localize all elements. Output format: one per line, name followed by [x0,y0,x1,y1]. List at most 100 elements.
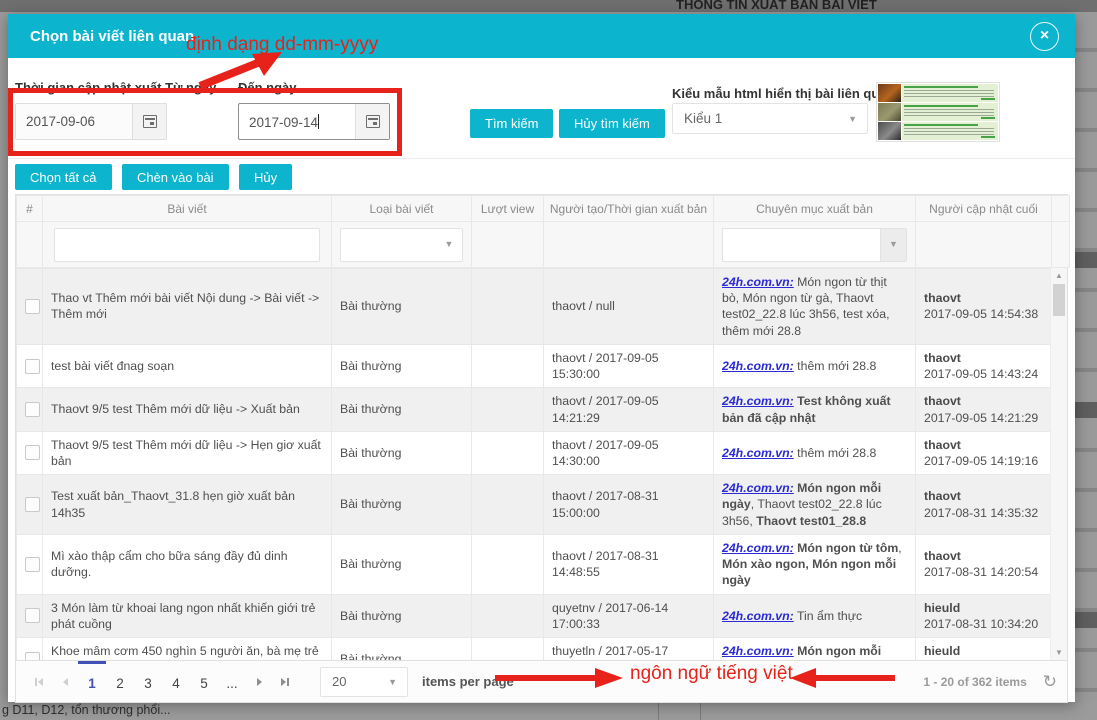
col-header-views[interactable]: Lượt view [471,195,544,222]
views-cell [471,387,544,432]
col-header-index: # [16,195,43,222]
search-button[interactable]: Tìm kiếm [470,109,554,138]
category-cell: 24h.com.vn: thêm mới 28.8 [713,430,916,476]
background-divider [658,702,659,720]
category-cell: 24h.com.vn: Món ngon mỗi ngày, Thaovt te… [713,474,916,535]
article-title-cell: test bài viết đnag soạn [42,343,332,389]
cancel-search-button[interactable]: Hủy tìm kiếm [559,109,665,138]
page-button-4[interactable]: 4 [162,661,190,703]
last-page-icon[interactable] [272,661,298,703]
type-filter-dropdown[interactable]: ▼ [340,227,463,262]
actions-bar: Chọn tất cả Chèn vào bài Hủy [8,159,1075,194]
template-dropdown[interactable]: Kiểu 1 ▼ [672,103,868,134]
source-link[interactable]: 24h.com.vn: [722,446,794,460]
row-checkbox[interactable] [25,402,40,418]
col-header-article[interactable]: Bài viết [42,195,332,222]
views-cell [471,533,544,595]
article-title-cell: Khoe mâm cơm 450 nghìn 5 người ăn, bà mẹ… [42,636,332,660]
scrollbar-thumb[interactable] [1053,284,1065,316]
updater-name: thaovt [924,350,961,365]
category-list: thêm mới 28.8 [793,358,877,373]
updated-time: 2017-08-31 14:35:32 [924,505,1039,520]
creator-cell: thaovt / 2017-09-05 14:30:00 [543,430,714,476]
table-row: Khoe mâm cơm 450 nghìn 5 người ăn, bà mẹ… [16,636,1052,660]
col-header-category[interactable]: Chuyên mục xuất bản [713,195,916,222]
source-link[interactable]: 24h.com.vn: [722,481,794,495]
creator-cell: thaovt / 2017-09-05 14:21:29 [543,387,714,432]
page-size-dropdown[interactable]: 20 ▼ [320,666,408,697]
category-filter-dropdown[interactable]: ▼ [722,227,907,262]
updated-time: 2017-08-31 10:34:20 [924,616,1039,631]
row-checkbox[interactable] [25,497,40,513]
page-button-3[interactable]: 3 [134,661,162,703]
background-page-header: THÔNG TIN XUẤT BẢN BÀI VIẾT [0,0,1097,12]
dialog-title: Chọn bài viết liên quan [30,27,195,45]
updater-cell: hieuld2017-08-31 10:34:20 [915,636,1052,660]
row-checkbox[interactable] [25,298,40,314]
source-link[interactable]: 24h.com.vn: [722,359,794,373]
col-header-creator[interactable]: Người tạo/Thời gian xuất bản [543,195,714,222]
row-checkbox[interactable] [25,608,40,624]
views-cell [471,593,544,638]
page-button-more[interactable]: ... [218,661,246,703]
creator-cell: thaovt / null [543,268,714,345]
source-link[interactable]: 24h.com.vn: [722,609,794,623]
next-page-icon[interactable] [246,661,272,703]
chevron-down-icon: ▼ [880,228,906,261]
source-link[interactable]: 24h.com.vn: [722,394,794,408]
col-header-type[interactable]: Loại bài viết [331,195,472,222]
first-page-icon[interactable] [26,661,52,703]
vertical-scrollbar[interactable]: ▲ ▼ [1050,268,1067,660]
updater-name: hieuld [924,643,961,658]
chevron-down-icon: ▼ [848,113,857,124]
row-checkbox[interactable] [25,651,40,660]
chevron-down-icon: ▼ [388,676,397,687]
source-link[interactable]: 24h.com.vn: [722,275,794,289]
row-checkbox[interactable] [25,358,40,374]
updater-name: thaovt [924,394,961,409]
preview-photo [878,103,901,121]
page-button-5[interactable]: 5 [190,661,218,703]
cancel-button[interactable]: Hủy [239,164,293,190]
updated-time: 2017-08-31 14:20:54 [924,565,1039,580]
source-link[interactable]: 24h.com.vn: [722,644,794,658]
article-filter-input[interactable] [54,227,320,262]
table-row: Thaovt 9/5 test Thêm mới dữ liệu -> Hẹn … [16,430,1052,476]
article-title-cell: Test xuất bản_Thaovt_31.8 hẹn giờ xuất b… [42,474,332,535]
background-divider [700,702,701,720]
source-link[interactable]: 24h.com.vn: [722,541,794,555]
close-icon[interactable]: × [1030,21,1059,51]
template-value: Kiểu 1 [684,111,723,126]
creator-cell: quyetnv / 2017-06-14 17:00:33 [543,593,714,638]
col-header-updater[interactable]: Người cập nhật cuối [915,195,1052,222]
category-cell: 24h.com.vn: Món ngon từ thịt bò, Món ngo… [713,268,916,345]
article-title-cell: Thaovt 9/5 test Thêm mới dữ liệu -> Xuất… [42,387,332,432]
refresh-icon[interactable]: ↻ [1043,672,1057,692]
row-checkbox[interactable] [25,556,40,572]
table-row: Mì xào thập cẩm cho bữa sáng đầy đủ dinh… [16,533,1052,595]
preview-photo [878,122,901,140]
scrollbar-spacer [1051,195,1070,222]
page-button-2[interactable]: 2 [106,661,134,703]
annotation-arrow-up [198,52,282,90]
article-type-cell: Bài thường [331,636,472,660]
updater-cell: thaovt 2017-09-05 14:21:29 [915,387,1052,432]
updater-cell: thaovt 2017-09-05 14:54:38 [915,268,1052,345]
views-cell [471,636,544,660]
updated-time: 2017-09-05 14:19:16 [924,453,1039,468]
prev-page-icon[interactable] [52,661,78,703]
template-label: Kiểu mẫu html hiển thị bài liên quan [672,86,895,101]
dialog-header: Chọn bài viết liên quan × [8,14,1075,58]
scroll-up-icon[interactable]: ▲ [1051,271,1067,280]
updated-time: 2017-09-05 14:43:24 [924,367,1039,382]
creator-cell: thaovt / 2017-08-31 14:48:55 [543,533,714,595]
select-all-button[interactable]: Chọn tất cả [15,164,112,190]
insert-into-article-button[interactable]: Chèn vào bài [121,164,229,190]
items-info: 1 - 20 of 362 items [923,674,1027,689]
article-type-cell: Bài thường [331,343,472,389]
page-button-1[interactable]: 1 [78,660,106,703]
row-checkbox[interactable] [25,445,40,461]
template-preview-image [876,82,1000,142]
scroll-down-icon[interactable]: ▼ [1051,648,1067,657]
background-page-bottom-text: g D11, D12, tổn thương phổi... [2,703,171,717]
